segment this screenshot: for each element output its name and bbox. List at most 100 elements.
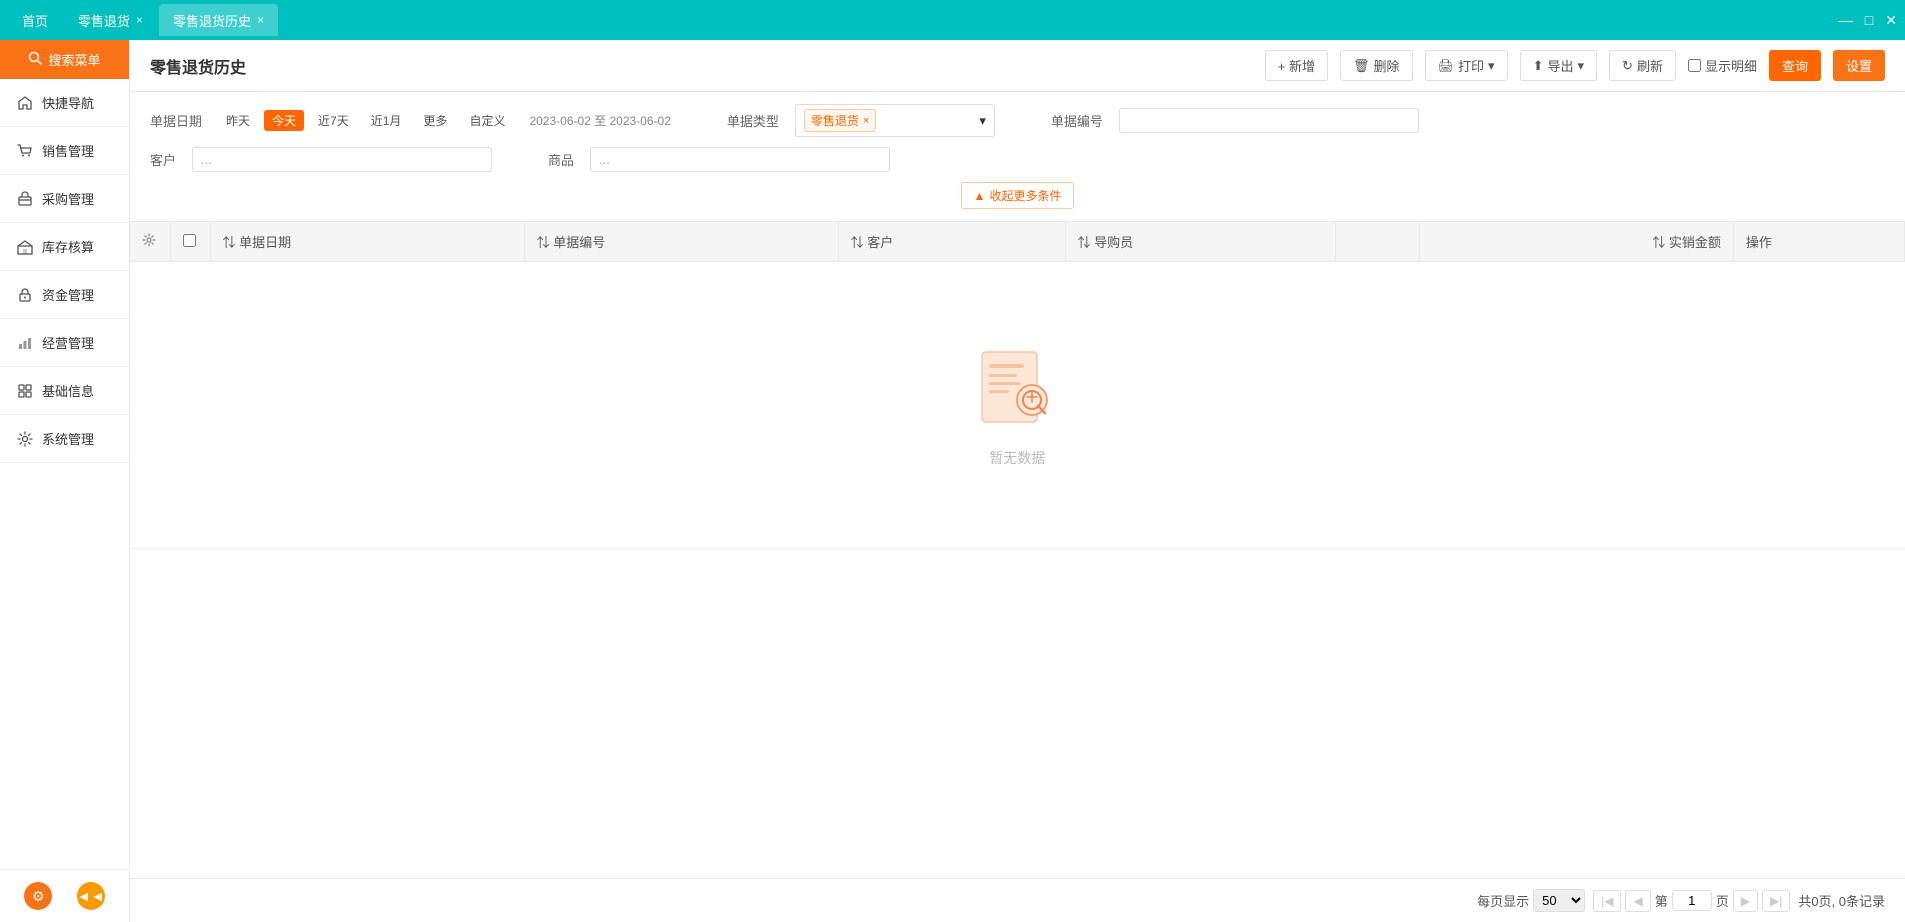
page-summary: 共0页, 0条记录 (1798, 891, 1885, 910)
sidebar-item-purchase[interactable]: 采购管理 (0, 175, 129, 223)
new-button[interactable]: + 新增 (1265, 50, 1328, 81)
sidebar: 搜索菜单 快捷导航 销售管理 (0, 40, 130, 922)
sidebar-item-quick-nav[interactable]: 快捷导航 (0, 79, 129, 127)
refresh-icon: ↻ (1622, 58, 1633, 74)
settings-bottom-icon[interactable]: ⚙ (24, 882, 52, 910)
cart-icon (16, 142, 34, 160)
col-date-label: 单据日期 (239, 235, 291, 250)
warehouse-icon (16, 238, 34, 256)
page-input[interactable] (1672, 890, 1712, 911)
type-label: 单据类型 (727, 111, 779, 130)
type-tag-remove[interactable]: × (863, 115, 869, 127)
number-input[interactable] (1119, 108, 1419, 133)
type-select-chevron-icon: ▾ (979, 113, 986, 129)
date-group: 昨天 今天 近7天 近1月 更多 自定义 (218, 110, 513, 131)
page-size-select: 每页显示 10 20 50 100 (1477, 889, 1585, 912)
empty-state-row: 暂无数据 (130, 262, 1905, 549)
col-number[interactable]: ⇅ 单据编号 (524, 222, 838, 262)
print-icon: 🖨 (1438, 58, 1455, 74)
goods-label: 商品 (548, 150, 574, 169)
first-page-button[interactable]: |◀ (1593, 890, 1621, 912)
tab-home-label: 首页 (22, 11, 48, 30)
last-page-button[interactable]: ▶| (1762, 890, 1790, 912)
col-customer-label: 客户 (867, 235, 893, 250)
date-1month-btn[interactable]: 近1月 (363, 110, 410, 131)
show-detail-input[interactable] (1688, 59, 1701, 72)
export-icon: ⬆ (1533, 58, 1544, 74)
sidebar-item-finance-label: 资金管理 (42, 285, 94, 304)
page-nav: |◀ ◀ 第 页 ▶ ▶| (1593, 890, 1790, 912)
sidebar-item-operation-label: 经营管理 (42, 333, 94, 352)
maximize-icon[interactable]: □ (1865, 12, 1873, 29)
audio-icon[interactable]: ◄◄ (77, 882, 105, 910)
date-custom-btn[interactable]: 自定义 (461, 110, 513, 131)
tab-retail-return-history-label: 零售退货历史 (173, 11, 251, 30)
sidebar-item-sales[interactable]: 销售管理 (0, 127, 129, 175)
col-date[interactable]: ⇅ 单据日期 (210, 222, 524, 262)
gear-icon (16, 430, 34, 448)
tab-retail-return[interactable]: 零售退货 × (64, 4, 157, 36)
type-select[interactable]: 零售退货 × ▾ (795, 104, 995, 137)
col-guide[interactable]: ⇅ 导购员 (1065, 222, 1335, 262)
sidebar-item-finance[interactable]: 资金管理 (0, 271, 129, 319)
date-7days-btn[interactable]: 近7天 (310, 110, 357, 131)
close-retail-return-tab-icon[interactable]: × (136, 13, 143, 27)
export-button[interactable]: ⬆ 导出 ▾ (1520, 50, 1597, 81)
lock-icon (16, 286, 34, 304)
per-page-dropdown[interactable]: 10 20 50 100 (1533, 889, 1585, 912)
filter-row-1: 单据日期 昨天 今天 近7天 近1月 更多 自定义 2023-06-02 至 2… (150, 104, 1885, 137)
sidebar-item-basic-info-label: 基础信息 (42, 381, 94, 400)
empty-illustration (967, 342, 1067, 432)
window-controls: — □ ✕ (1839, 12, 1897, 29)
col-amount[interactable]: ⇅ 实销金额 (1419, 222, 1733, 262)
empty-text: 暂无数据 (989, 448, 1045, 468)
sidebar-item-operation[interactable]: 经营管理 (0, 319, 129, 367)
goods-input[interactable]: ... (590, 147, 890, 172)
delete-button[interactable]: 🗑 删除 (1340, 50, 1413, 81)
query-button[interactable]: 查询 (1769, 50, 1821, 81)
pagination-bar: 每页显示 10 20 50 100 |◀ ◀ 第 页 ▶ ▶| 共0页, 0条记… (130, 878, 1905, 922)
sidebar-search[interactable]: 搜索菜单 (0, 40, 129, 79)
tab-home[interactable]: 首页 (8, 4, 62, 36)
number-label: 单据编号 (1051, 111, 1103, 130)
data-table: ⇅ 单据日期 ⇅ 单据编号 ⇅ 客户 ⇅ (130, 222, 1905, 549)
customer-input[interactable]: ... (192, 147, 492, 172)
col-spacer (1335, 222, 1419, 262)
refresh-button[interactable]: ↻ 刷新 (1609, 50, 1676, 81)
col-checkbox[interactable] (170, 222, 210, 262)
prev-page-button[interactable]: ◀ (1625, 890, 1650, 912)
minimize-icon[interactable]: — (1839, 12, 1853, 29)
print-button[interactable]: 🖨 打印 ▾ (1425, 50, 1508, 81)
next-page-button[interactable]: ▶ (1733, 890, 1758, 912)
show-detail-checkbox[interactable]: 显示明细 (1688, 56, 1757, 75)
collapse-button[interactable]: ▲ 收起更多条件 (961, 182, 1075, 209)
collapse-up-icon: ▲ (974, 189, 986, 203)
select-all-checkbox[interactable] (183, 234, 196, 247)
close-retail-return-history-tab-icon[interactable]: × (257, 13, 264, 27)
customer-label: 客户 (150, 150, 176, 169)
page-title: 零售退货历史 (150, 54, 246, 78)
print-chevron-icon: ▾ (1488, 58, 1495, 74)
sidebar-search-label: 搜索菜单 (48, 50, 100, 69)
search-icon (28, 51, 42, 68)
sidebar-item-inventory[interactable]: 库存核算 (0, 223, 129, 271)
sidebar-item-purchase-label: 采购管理 (42, 189, 94, 208)
settings-button[interactable]: 设置 (1833, 50, 1885, 81)
filter-area: 单据日期 昨天 今天 近7天 近1月 更多 自定义 2023-06-02 至 2… (130, 92, 1905, 222)
tab-retail-return-history[interactable]: 零售退货历史 × (159, 4, 278, 36)
col-settings[interactable] (130, 222, 170, 262)
col-customer[interactable]: ⇅ 客户 (838, 222, 1065, 262)
window-close-icon[interactable]: ✕ (1885, 12, 1897, 29)
table-area: ⇅ 单据日期 ⇅ 单据编号 ⇅ 客户 ⇅ (130, 222, 1905, 878)
per-page-label: 每页显示 (1477, 891, 1529, 910)
type-tag: 零售退货 × (804, 109, 876, 132)
tab-bar: 首页 零售退货 × 零售退货历史 × — □ ✕ (0, 0, 1905, 40)
date-yesterday-btn[interactable]: 昨天 (218, 110, 258, 131)
table-settings-icon[interactable] (142, 235, 156, 250)
sidebar-item-basic-info[interactable]: 基础信息 (0, 367, 129, 415)
sidebar-item-system[interactable]: 系统管理 (0, 415, 129, 463)
date-more-btn[interactable]: 更多 (415, 110, 455, 131)
date-today-btn[interactable]: 今天 (264, 110, 304, 131)
sidebar-item-quick-nav-label: 快捷导航 (42, 93, 94, 112)
page-label: 第 (1655, 891, 1668, 910)
